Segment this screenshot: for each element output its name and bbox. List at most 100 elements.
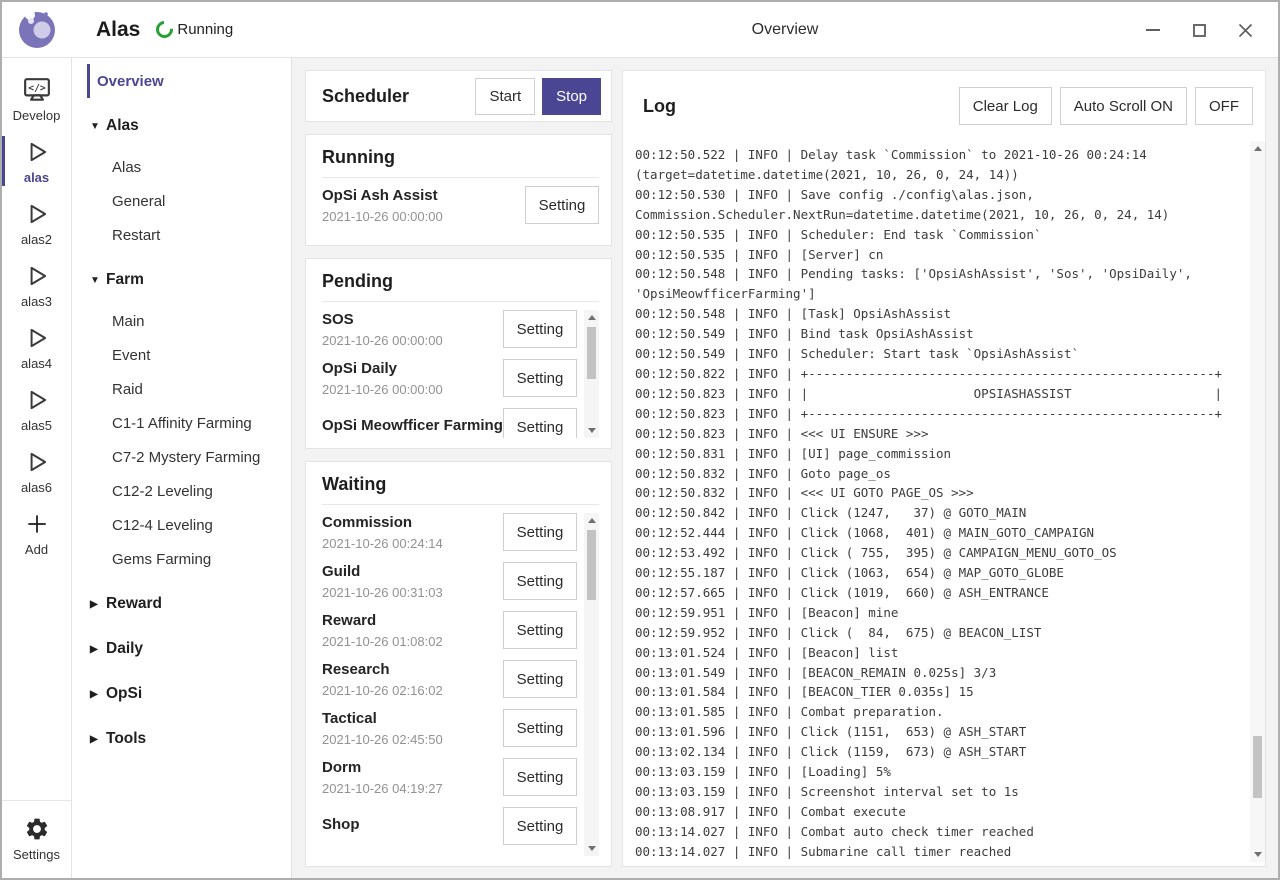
nav-item[interactable]: ▶ Reward (72, 587, 291, 621)
running-spinner-icon (153, 18, 177, 42)
nav-item[interactable]: General (72, 184, 291, 218)
scroll-down-icon[interactable] (1254, 852, 1262, 857)
app-window: Alas Running Overview </ (0, 0, 1280, 880)
log-line: 00:13:01.549 | INFO | [BEACON_REMAIN 0.0… (635, 663, 1244, 683)
rail-item-label: Add (25, 542, 48, 557)
nav-item[interactable]: Restart (72, 218, 291, 252)
status-label: Running (177, 21, 233, 38)
maximize-button[interactable] (1176, 10, 1222, 50)
rail-item-alas5[interactable]: alas5 (2, 378, 71, 440)
rail-item-label: alas5 (21, 418, 52, 433)
svg-text:</>: </> (28, 83, 46, 94)
nav-item[interactable]: C7-2 Mystery Farming (72, 440, 291, 474)
task-setting-button[interactable]: Setting (503, 310, 577, 348)
running-panel: Running OpSi Ash Assist 2021-10-26 00:00… (305, 134, 612, 246)
log-line: 00:12:57.665 | INFO | Click (1019, 660) … (635, 583, 1244, 603)
scrollbar-thumb[interactable] (587, 327, 596, 379)
nav-item[interactable]: Raid (72, 372, 291, 406)
stop-button[interactable]: Stop (542, 78, 601, 115)
app-title: Alas (96, 18, 140, 42)
scrollbar-thumb[interactable] (1253, 736, 1262, 798)
code-monitor-icon: </> (23, 76, 51, 104)
auto-scroll-on-button[interactable]: Auto Scroll ON (1060, 87, 1187, 125)
task-info: SOS 2021-10-26 00:00:00 (322, 310, 503, 348)
task-info: OpSi Daily 2021-10-26 00:00:00 (322, 359, 503, 397)
log-line: 00:12:50.548 | INFO | [Task] OpsiAshAssi… (635, 304, 1244, 324)
nav-item[interactable]: Overview (87, 64, 291, 98)
log-line: 00:12:53.492 | INFO | Click ( 755, 395) … (635, 543, 1244, 563)
scroll-down-icon[interactable] (588, 846, 596, 851)
task-setting-button[interactable]: Setting (503, 709, 577, 747)
nav-item[interactable]: ▶ OpSi (72, 677, 291, 711)
task-setting-button[interactable]: Setting (503, 513, 577, 551)
rail-item-alas6[interactable]: alas6 (2, 440, 71, 502)
scroll-up-icon[interactable] (588, 518, 596, 523)
scrollbar-track[interactable] (586, 528, 597, 841)
nav-arrow-icon: ▶ (90, 689, 106, 700)
scrollbar-track[interactable] (586, 325, 597, 423)
nav-item-label: OpSi (106, 685, 142, 703)
log-line: 00:12:50.823 | INFO | <<< UI ENSURE >>> (635, 424, 1244, 444)
rail-item-alas3[interactable]: alas3 (2, 254, 71, 316)
nav-item[interactable]: Main (72, 304, 291, 338)
task-row: Shop Setting (322, 807, 577, 845)
nav-item[interactable]: Event (72, 338, 291, 372)
task-setting-button[interactable]: Setting (503, 408, 577, 438)
task-setting-button[interactable]: Setting (525, 186, 599, 224)
task-setting-button[interactable]: Setting (503, 562, 577, 600)
task-info: Dorm 2021-10-26 04:19:27 (322, 758, 503, 796)
main-area: </> Develop alas alas2 alas3 (2, 58, 1278, 879)
minimize-button[interactable] (1130, 10, 1176, 50)
task-setting-button[interactable]: Setting (503, 807, 577, 845)
nav-item[interactable]: C12-4 Leveling (72, 508, 291, 542)
task-row: Dorm 2021-10-26 04:19:27 Setting (322, 758, 577, 796)
nav-item[interactable]: Gems Farming (72, 542, 291, 576)
rail-item-label: alas3 (21, 294, 52, 309)
scroll-down-icon[interactable] (588, 428, 596, 433)
task-name: SOS (322, 310, 503, 329)
nav-item[interactable]: ▼ Alas (72, 109, 291, 143)
instance-rail: </> Develop alas alas2 alas3 (2, 58, 72, 879)
play-icon (24, 324, 50, 352)
scrollbar-thumb[interactable] (587, 530, 596, 600)
task-row: Guild 2021-10-26 00:31:03 Setting (322, 562, 577, 600)
scroll-up-icon[interactable] (1254, 146, 1262, 151)
task-name: Commission (322, 513, 503, 532)
waiting-task-list: Commission 2021-10-26 00:24:14 Setting G… (322, 513, 577, 856)
rail-item-alas2[interactable]: alas2 (2, 192, 71, 254)
log-title: Log (643, 96, 959, 117)
rail-item-label: Develop (13, 108, 61, 123)
nav-item[interactable]: ▶ Daily (72, 632, 291, 666)
scrollbar-track[interactable] (1252, 156, 1263, 847)
scroll-up-icon[interactable] (588, 315, 596, 320)
play-icon (24, 448, 50, 476)
auto-scroll-off-button[interactable]: OFF (1195, 87, 1253, 125)
task-setting-button[interactable]: Setting (503, 611, 577, 649)
rail-item-settings[interactable]: Settings (2, 807, 71, 869)
task-setting-button[interactable]: Setting (503, 758, 577, 796)
alas-logo-icon (15, 8, 59, 52)
close-button[interactable] (1222, 10, 1268, 50)
nav-item-label: C12-2 Leveling (112, 483, 213, 500)
task-setting-button[interactable]: Setting (503, 359, 577, 397)
task-next-run: 2021-10-26 01:08:02 (322, 634, 503, 649)
nav-item-label: Reward (106, 595, 162, 613)
close-icon (1238, 23, 1253, 38)
nav-item[interactable]: ▶ Tools (72, 722, 291, 756)
task-setting-button[interactable]: Setting (503, 660, 577, 698)
task-name: Tactical (322, 709, 503, 728)
clear-log-button[interactable]: Clear Log (959, 87, 1052, 125)
task-info: Shop (322, 815, 503, 838)
log-scrollbar[interactable] (1250, 141, 1265, 862)
pending-scrollbar[interactable] (584, 310, 599, 438)
rail-item-develop[interactable]: </> Develop (2, 68, 71, 130)
waiting-scrollbar[interactable] (584, 513, 599, 856)
start-button[interactable]: Start (475, 78, 535, 115)
nav-item[interactable]: ▼ Farm (72, 263, 291, 297)
rail-item-add[interactable]: Add (2, 502, 71, 564)
nav-item[interactable]: Alas (72, 150, 291, 184)
nav-item[interactable]: C12-2 Leveling (72, 474, 291, 508)
rail-item-alas[interactable]: alas (2, 130, 71, 192)
nav-item[interactable]: C1-1 Affinity Farming (72, 406, 291, 440)
rail-item-alas4[interactable]: alas4 (2, 316, 71, 378)
